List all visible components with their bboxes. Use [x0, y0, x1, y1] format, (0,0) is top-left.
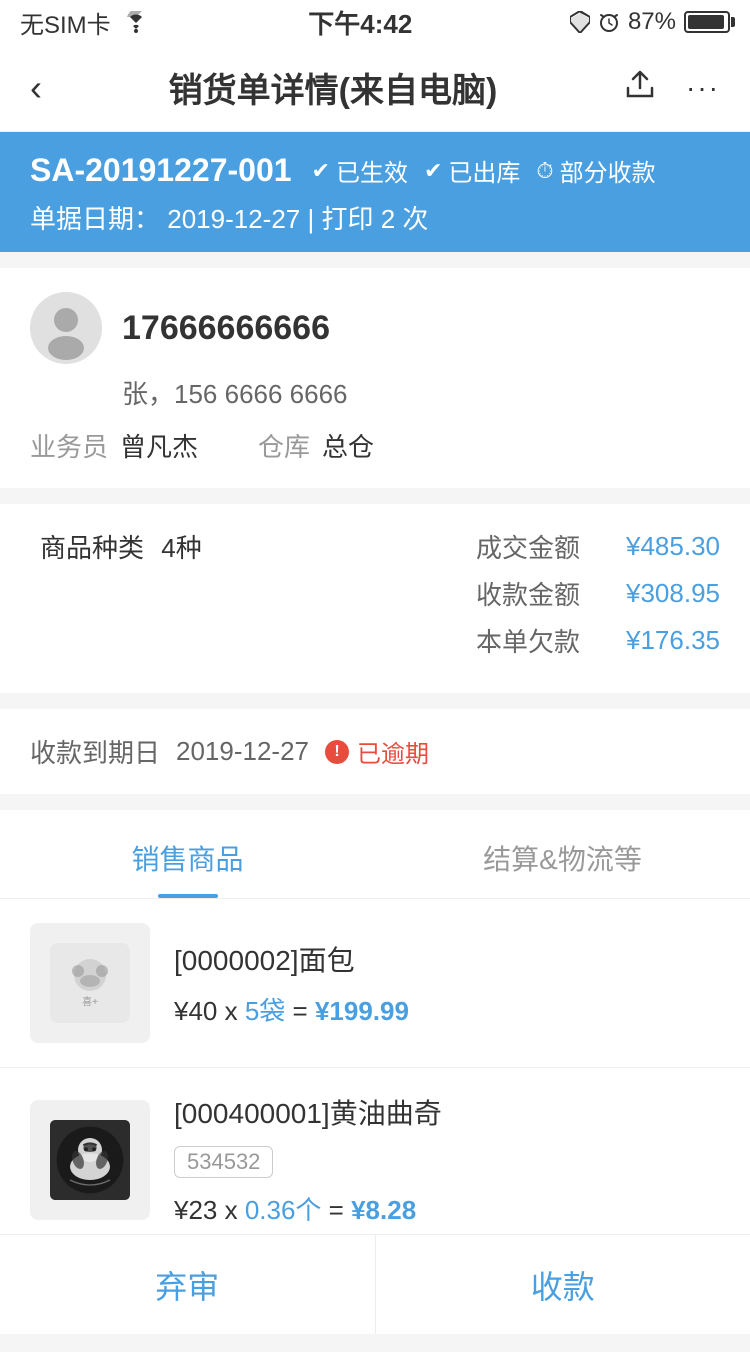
product-price-2: ¥23 x 0.36个 = ¥8.28 — [174, 1190, 720, 1227]
products-list: 喜+ [0000002]面包 ¥40 x 5袋 = ¥199.99 — [0, 899, 750, 1252]
due-date: 2019-12-27 — [176, 736, 309, 767]
customer-phone: 17666666666 — [122, 309, 330, 348]
sales-person-item: 业务员 曾凡杰 — [30, 427, 198, 464]
avatar — [30, 292, 102, 364]
print-count: 2 — [381, 204, 395, 234]
banner-bottom: 单据日期： 2019-12-27 | 打印 2 次 — [30, 199, 720, 236]
badge-partial-label: 部分收款 — [560, 153, 656, 188]
warehouse-item: 仓库 总仓 — [258, 427, 374, 464]
battery-icon — [684, 11, 730, 33]
tab-settlement[interactable]: 结算&物流等 — [375, 810, 750, 898]
alarm-icon — [598, 11, 620, 33]
banner-top: SA-20191227-001 已生效 已出库 部分收款 — [30, 152, 720, 189]
nav-bar: ‹ 销货单详情(来自电脑) ··· — [0, 44, 750, 132]
status-bar: 无SIM卡 下午4:42 87% — [0, 0, 750, 44]
badge-partial: 部分收款 — [536, 153, 655, 188]
amounts-row: 商品种类 4种 成交金额 ¥485.30 收款金额 ¥308.95 本单欠款 ¥… — [30, 528, 720, 669]
status-left: 无SIM卡 — [20, 5, 151, 40]
badge-shipped: 已出库 — [424, 153, 520, 188]
nav-actions: ··· — [624, 68, 720, 107]
list-item: 喜+ [0000002]面包 ¥40 x 5袋 = ¥199.99 — [0, 899, 750, 1068]
customer-meta: 业务员 曾凡杰 仓库 总仓 — [30, 427, 720, 464]
status-right: 87% — [570, 8, 730, 36]
overdue-badge: ! 已逾期 — [325, 734, 429, 769]
tab-products[interactable]: 销售商品 — [0, 810, 375, 898]
product-thumb-1: 喜+ — [30, 923, 150, 1043]
signal-text: 无SIM卡 — [20, 5, 111, 40]
amounts-list: 成交金额 ¥485.30 收款金额 ¥308.95 本单欠款 ¥176.35 — [476, 528, 720, 669]
svg-text:喜+: 喜+ — [82, 995, 98, 1008]
amount-received-value: ¥308.95 — [600, 578, 720, 609]
warehouse-value: 总仓 — [322, 427, 374, 464]
product-kinds-value: 4种 — [161, 533, 201, 563]
badge-shipped-label: 已出库 — [448, 153, 520, 188]
due-section: 收款到期日 2019-12-27 ! 已逾期 — [0, 709, 750, 794]
status-badges: 已生效 已出库 部分收款 — [312, 153, 656, 188]
product-tag-2: 534532 — [174, 1146, 273, 1178]
date-label: 单据日期： — [30, 204, 160, 234]
page-title: 销货单详情(来自电脑) — [169, 63, 498, 112]
share-icon[interactable] — [624, 68, 656, 107]
product-kinds-label: 商品种类 — [40, 533, 144, 563]
product-thumb-2 — [30, 1100, 150, 1220]
amount-owed-value: ¥176.35 — [600, 625, 720, 656]
amounts-section: 商品种类 4种 成交金额 ¥485.30 收款金额 ¥308.95 本单欠款 ¥… — [0, 504, 750, 693]
product-kinds: 商品种类 4种 — [30, 528, 202, 565]
wifi-icon — [121, 11, 151, 33]
more-icon[interactable]: ··· — [686, 72, 720, 104]
battery-percent: 87% — [628, 8, 676, 36]
overdue-label: 已逾期 — [357, 734, 429, 769]
collect-button[interactable]: 收款 — [376, 1235, 750, 1334]
customer-section: 17666666666 张，156 6666 6666 业务员 曾凡杰 仓库 总… — [0, 268, 750, 488]
sales-value: 曾凡杰 — [120, 427, 198, 464]
amount-owed-label: 本单欠款 — [476, 622, 580, 659]
bottom-bar: 弃审 收款 — [0, 1234, 750, 1334]
badge-activated: 已生效 — [312, 153, 408, 188]
customer-row: 17666666666 — [30, 292, 720, 364]
amount-deal: 成交金额 ¥485.30 — [476, 528, 720, 565]
customer-detail: 张，156 6666 6666 — [122, 374, 720, 411]
list-item: [000400001]黄油曲奇 534532 ¥23 x 0.36个 = ¥8.… — [0, 1068, 750, 1252]
product-info-2: [000400001]黄油曲奇 534532 ¥23 x 0.36个 = ¥8.… — [174, 1092, 720, 1227]
tabs-bar: 销售商品 结算&物流等 — [0, 810, 750, 899]
reject-button[interactable]: 弃审 — [0, 1235, 376, 1334]
amount-received: 收款金额 ¥308.95 — [476, 575, 720, 612]
amount-owed: 本单欠款 ¥176.35 — [476, 622, 720, 659]
status-time: 下午4:42 — [308, 4, 412, 41]
order-date: 2019-12-27 — [167, 204, 300, 234]
product-name-1: [0000002]面包 — [174, 939, 720, 979]
print-label: | 打印 — [307, 204, 373, 234]
warehouse-label: 仓库 — [258, 427, 310, 464]
badge-activated-label: 已生效 — [336, 153, 408, 188]
product-info-1: [0000002]面包 ¥40 x 5袋 = ¥199.99 — [174, 939, 720, 1028]
overdue-dot-icon: ! — [325, 740, 349, 764]
amount-deal-label: 成交金额 — [476, 528, 580, 565]
header-banner: SA-20191227-001 已生效 已出库 部分收款 单据日期： 2019-… — [0, 132, 750, 252]
back-button[interactable]: ‹ — [30, 67, 42, 109]
sales-label: 业务员 — [30, 427, 108, 464]
order-id: SA-20191227-001 — [30, 152, 292, 189]
product-price-1: ¥40 x 5袋 = ¥199.99 — [174, 991, 720, 1028]
amount-received-label: 收款金额 — [476, 575, 580, 612]
print-suffix: 次 — [402, 204, 428, 234]
location-icon — [570, 11, 590, 33]
amount-deal-value: ¥485.30 — [600, 531, 720, 562]
due-label: 收款到期日 — [30, 733, 160, 770]
product-name-2: [000400001]黄油曲奇 — [174, 1092, 720, 1132]
